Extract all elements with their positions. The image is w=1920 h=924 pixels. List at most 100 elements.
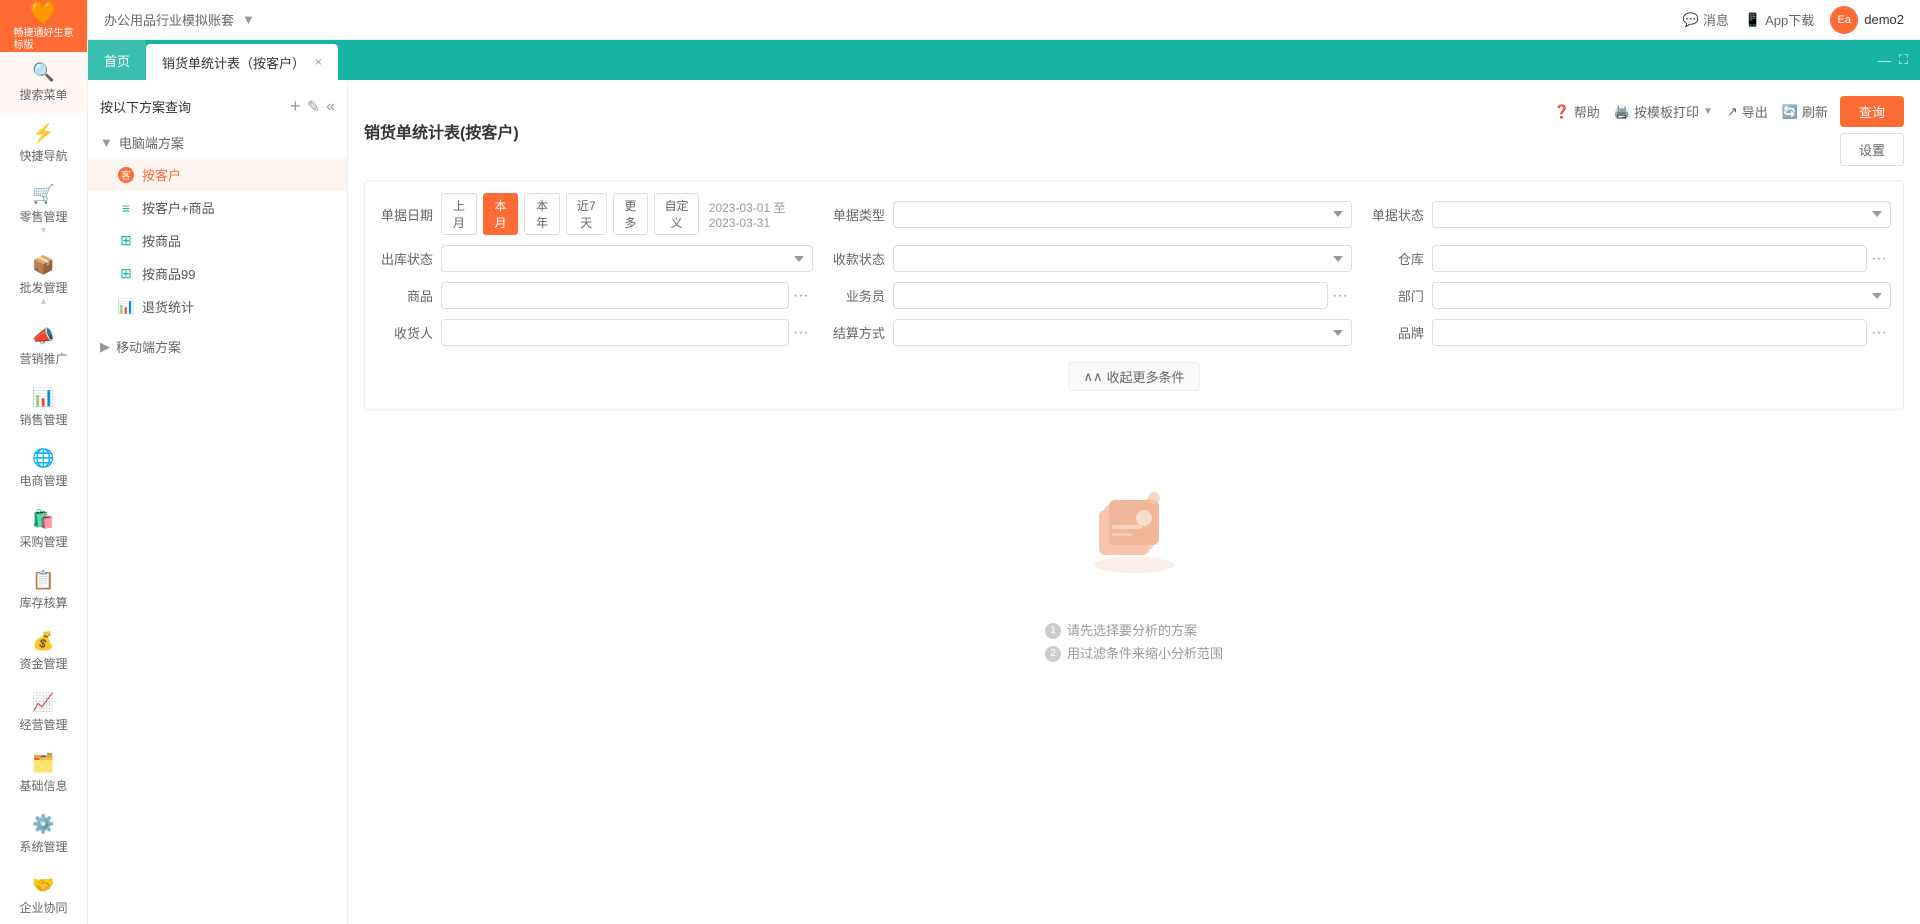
settings-btn[interactable]: 设置	[1840, 133, 1904, 166]
brand-dots[interactable]: ···	[1867, 324, 1891, 342]
print-btn[interactable]: 🖨️ 按模板打印 ▼	[1614, 102, 1713, 121]
salesman-dots[interactable]: ···	[1328, 287, 1352, 305]
tab-current[interactable]: 销货单统计表（按客户） ×	[146, 44, 338, 80]
scheme-item-by-customer-goods[interactable]: ≡ 按客户+商品	[88, 191, 347, 224]
sidebar-item-search-label: 搜索菜单	[19, 86, 67, 103]
collapse-up-icon: ∧∧	[1083, 369, 1102, 385]
app-name: 畅捷通好生意标版	[14, 28, 74, 52]
sidebar-item-sales-label: 销售管理	[19, 411, 67, 428]
tab-close-btn[interactable]: ×	[315, 55, 322, 69]
settlement-label: 结算方式	[829, 323, 885, 342]
tab-bar: 首页 销货单统计表（按客户） × — ⛶	[88, 40, 1920, 80]
group-label: 电脑端方案	[119, 133, 184, 152]
brand-input[interactable]	[1432, 319, 1867, 346]
out-status-label: 出库状态	[377, 249, 433, 268]
query-btn[interactable]: 查询	[1840, 96, 1904, 127]
colab-icon: 🤝	[32, 875, 54, 896]
empty-tips: 1 请先选择要分析的方案 2 用过滤条件来缩小分析范围	[1045, 619, 1223, 666]
scheme-item-by-goods99[interactable]: ⊞ 按商品99	[88, 257, 347, 290]
filter-brand: 品牌 ···	[1368, 319, 1891, 346]
sidebar-item-wholesale-label: 批发管理	[19, 279, 67, 296]
dropdown-arrow-icon[interactable]: ▼	[242, 12, 255, 27]
collapse-panel-btn[interactable]: «	[326, 98, 335, 116]
message-label: 消息	[1703, 10, 1729, 29]
sidebar-item-finance[interactable]: 💰 资金管理	[0, 621, 88, 682]
edit-scheme-btn[interactable]: ✎	[307, 97, 320, 117]
sidebar-item-wholesale[interactable]: 📦 批发管理 ▲	[0, 245, 88, 316]
date-btn-last-month[interactable]: 上月	[441, 193, 477, 235]
sidebar-item-ecom-label: 电商管理	[19, 472, 67, 489]
receiver-dots[interactable]: ···	[789, 324, 813, 342]
scheme-item-return-stats[interactable]: 📊 退货统计	[88, 290, 347, 323]
date-btn-more[interactable]: 更多	[613, 193, 649, 235]
maximize-icon[interactable]: ⛶	[1899, 52, 1908, 68]
sidebar-item-sales[interactable]: 📊 销售管理	[0, 377, 88, 438]
scheme-group-mobile-title[interactable]: ▶ 移动端方案	[88, 331, 347, 362]
sidebar-item-quicknav[interactable]: ⚡ 快捷导航	[0, 113, 88, 174]
help-label: 帮助	[1574, 102, 1600, 121]
mobile-arrow-icon: ▶	[100, 339, 110, 355]
page-title: 销货单统计表(按客户)	[364, 119, 519, 143]
sidebar-item-retail[interactable]: 🛒 零售管理 ▼	[0, 174, 88, 245]
quicknav-icon: ⚡	[32, 123, 54, 144]
sidebar-item-basic[interactable]: 🗂️ 基础信息	[0, 743, 88, 804]
scheme-item-by-customer[interactable]: 客 按客户	[88, 158, 347, 191]
user-area[interactable]: Ea demo2	[1830, 6, 1904, 34]
refresh-btn[interactable]: 🔄 刷新	[1782, 102, 1828, 121]
export-btn[interactable]: ↗ 导出	[1727, 102, 1768, 121]
goods-input[interactable]	[441, 282, 789, 309]
tip-num-2: 2	[1045, 646, 1061, 662]
tab-home[interactable]: 首页	[88, 40, 146, 80]
scheme-item-icon-goods99: ⊞	[118, 266, 134, 282]
empty-tip-1: 1 请先选择要分析的方案	[1045, 619, 1223, 642]
scheme-item-by-goods99-label: 按商品99	[142, 264, 195, 283]
filter-row-3: 商品 ··· 业务员 ··· 部门	[377, 282, 1891, 309]
out-status-select[interactable]	[441, 245, 813, 272]
message-btn[interactable]: 💬 消息	[1683, 10, 1729, 29]
goods-dots[interactable]: ···	[789, 287, 813, 305]
top-header: 办公用品行业模拟账套 ▼ 💬 消息 📱 App下载 Ea demo2	[88, 0, 1920, 40]
receipt-status-select[interactable]	[893, 245, 1352, 272]
avatar: Ea	[1830, 6, 1858, 34]
scheme-group-desktop: ▼ 电脑端方案 客 按客户 ≡ 按客户+商品 ⊞ 按商品 ⊞ 按商品99	[88, 123, 347, 327]
app-download-btn[interactable]: 📱 App下载	[1745, 10, 1814, 29]
minimize-icon[interactable]: —	[1878, 53, 1891, 68]
sidebar-item-system[interactable]: ⚙️ 系统管理	[0, 804, 88, 865]
page-action-links: ❓ 帮助 🖨️ 按模板打印 ▼ ↗ 导出 🔄	[1554, 102, 1828, 121]
date-btn-7days[interactable]: 近7天	[566, 193, 607, 235]
print-icon: 🖨️	[1614, 104, 1630, 120]
doc-status-select[interactable]	[1432, 201, 1891, 228]
date-btn-custom[interactable]: 自定义	[654, 193, 699, 235]
sidebar-item-search[interactable]: 🔍 搜索菜单	[0, 52, 88, 113]
doc-type-select[interactable]	[893, 201, 1352, 228]
sidebar-item-ecom[interactable]: 🌐 电商管理	[0, 438, 88, 499]
sidebar-item-operation[interactable]: 📈 经营管理	[0, 682, 88, 743]
date-btn-this-year[interactable]: 本年	[524, 193, 560, 235]
add-scheme-btn[interactable]: +	[290, 96, 301, 117]
sidebar-item-colab[interactable]: 🤝 企业协同	[0, 865, 88, 924]
receipt-status-label: 收款状态	[829, 249, 885, 268]
dept-select[interactable]	[1432, 282, 1891, 309]
date-filter: 上月 本月 本年 近7天 更多 自定义 2023-03-01 至 2023-03…	[441, 193, 813, 235]
scheme-group-desktop-title[interactable]: ▼ 电脑端方案	[88, 127, 347, 158]
settlement-select[interactable]	[893, 319, 1352, 346]
industry-label: 办公用品行业模拟账套	[104, 10, 234, 29]
scheme-item-by-goods[interactable]: ⊞ 按商品	[88, 224, 347, 257]
sidebar-item-purchase[interactable]: 🛍️ 采购管理	[0, 499, 88, 560]
help-btn[interactable]: ❓ 帮助	[1554, 102, 1600, 121]
tab-actions: — ⛶	[1866, 52, 1920, 68]
receiver-input[interactable]	[441, 319, 789, 346]
brand-label: 品牌	[1368, 323, 1424, 342]
retail-icon: 🛒	[32, 184, 54, 205]
salesman-input[interactable]	[893, 282, 1328, 309]
scheme-item-by-customer-goods-label: 按客户+商品	[142, 198, 215, 217]
scheme-item-icon-cg: ≡	[118, 200, 134, 216]
date-btn-this-month[interactable]: 本月	[483, 193, 519, 235]
collapse-btn[interactable]: ∧∧ 收起更多条件	[1068, 362, 1199, 391]
action-buttons: 查询 设置	[1840, 96, 1904, 166]
sidebar-item-marketing[interactable]: 📣 营销推广	[0, 316, 88, 377]
filter-row-4: 收货人 ··· 结算方式 品牌 ···	[377, 319, 1891, 346]
warehouse-input[interactable]	[1432, 245, 1867, 272]
warehouse-dots[interactable]: ···	[1867, 250, 1891, 268]
sidebar-item-inventory[interactable]: 📋 库存核算	[0, 560, 88, 621]
